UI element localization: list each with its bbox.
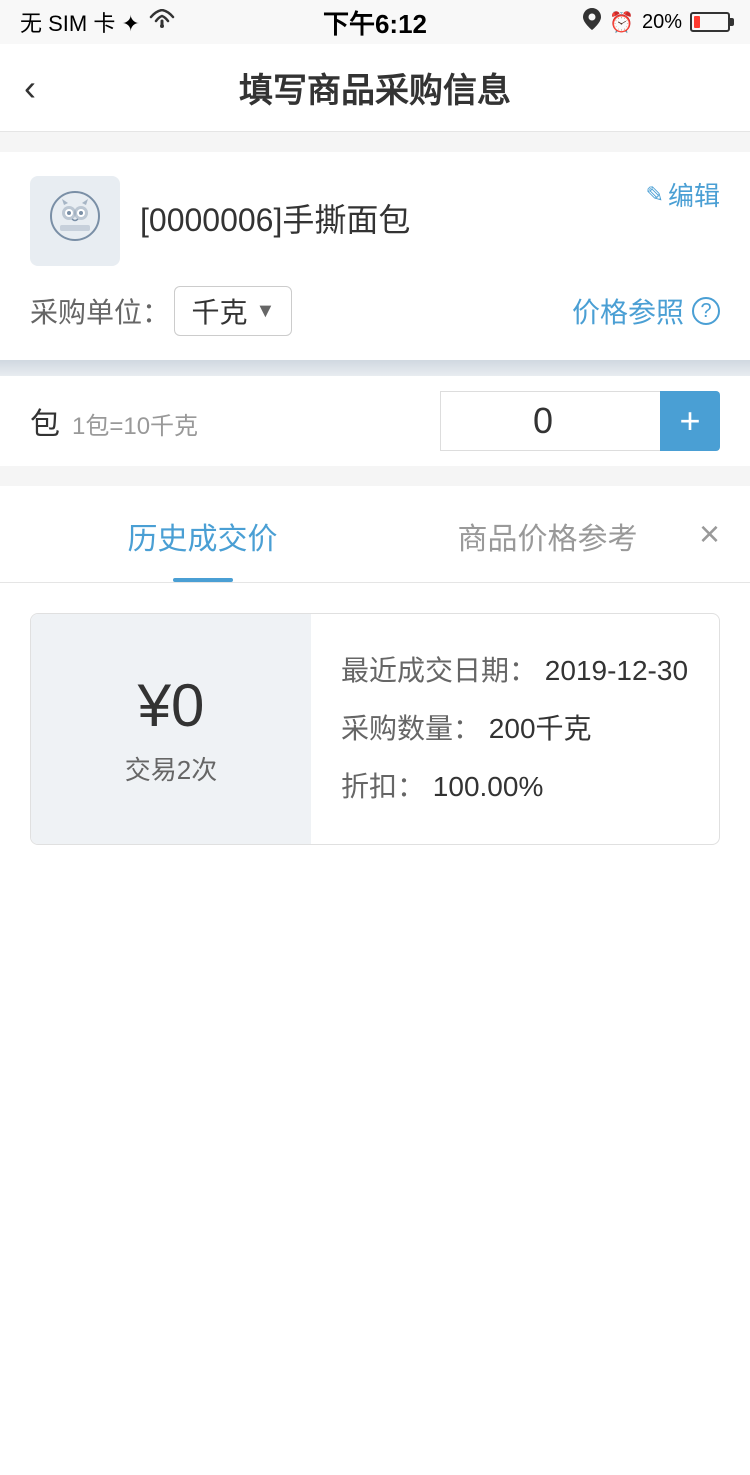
edit-label: 编辑 — [668, 176, 720, 213]
tab-header: 历史成交价 商品价格参考 × — [0, 486, 750, 583]
price-ref-label: 价格参照 — [572, 291, 684, 331]
recent-date-label: 最近成交日期： — [341, 655, 537, 686]
currency-symbol: ¥ — [138, 672, 171, 739]
page-title: 填写商品采购信息 — [239, 63, 511, 112]
recent-date-line: 最近成交日期： 2019-12-30 — [341, 650, 689, 692]
product-section: [0000006]手撕面包 ✎ 编辑 采购单位： 千克 ▼ 价格参照 ? — [0, 152, 750, 360]
purchase-qty-value: 200千克 — [489, 713, 592, 744]
alarm-icon: ⏰ — [609, 10, 634, 35]
tab-history-label: 历史成交价 — [128, 523, 278, 556]
status-right: ⏰ 20% — [583, 8, 730, 36]
tab-price-reference[interactable]: 商品价格参考 — [375, 486, 720, 582]
product-left: [0000006]手撕面包 — [30, 176, 410, 266]
unit-value: 千克 — [191, 291, 247, 331]
purchase-qty-line: 采购数量： 200千克 — [341, 708, 689, 750]
battery-percent: 20% — [642, 11, 682, 34]
unit-label: 采购单位： — [30, 297, 170, 328]
product-header: [0000006]手撕面包 ✎ 编辑 — [30, 176, 720, 266]
product-thumbnail — [30, 176, 120, 266]
section-divider — [0, 360, 750, 376]
price-value: 0 — [171, 672, 204, 739]
status-bar: 无 SIM 卡 ✦ 下午6:12 ⏰ 20% — [0, 0, 750, 44]
purchase-qty-label: 采购数量： — [341, 713, 481, 744]
price-ref-help-icon: ? — [692, 297, 720, 325]
status-time: 下午6:12 — [323, 4, 427, 41]
product-logo-icon — [50, 191, 100, 251]
tab-price-ref-label: 商品价格参考 — [458, 523, 638, 556]
trade-count: 交易2次 — [125, 750, 217, 787]
discount-label: 折扣： — [341, 771, 425, 802]
recent-date-value: 2019-12-30 — [545, 655, 688, 686]
wifi-icon — [148, 9, 176, 35]
product-unit-row: 采购单位： 千克 ▼ 价格参照 ? — [30, 286, 720, 336]
card-price-area: ¥0 交易2次 — [31, 614, 311, 844]
sim-status: 无 SIM 卡 ✦ — [20, 6, 140, 38]
quantity-label-group: 包 1包=10千克 — [30, 399, 198, 443]
edit-button[interactable]: ✎ 编辑 — [646, 176, 720, 213]
discount-line: 折扣： 100.00% — [341, 766, 689, 808]
tab-content: ¥0 交易2次 最近成交日期： 2019-12-30 采购数量： 200千克 折… — [0, 583, 750, 875]
quantity-row: 包 1包=10千克 + — [0, 376, 750, 466]
product-name: [0000006]手撕面包 — [140, 200, 410, 242]
quantity-conversion-text: 1包=10千克 — [72, 406, 198, 441]
history-card: ¥0 交易2次 最近成交日期： 2019-12-30 采购数量： 200千克 折… — [30, 613, 720, 845]
tab-history-price[interactable]: 历史成交价 — [30, 486, 375, 582]
empty-area — [0, 875, 750, 1475]
nav-bar: ‹ 填写商品采购信息 — [0, 44, 750, 132]
back-button[interactable]: ‹ — [24, 67, 36, 109]
price-reference-button[interactable]: 价格参照 ? — [572, 291, 720, 331]
discount-value: 100.00% — [433, 771, 544, 802]
status-left: 无 SIM 卡 ✦ — [20, 6, 176, 38]
unit-dropdown-icon: ▼ — [255, 300, 275, 323]
edit-icon: ✎ — [646, 182, 664, 208]
quantity-input-group: + — [440, 391, 720, 451]
unit-label-group: 采购单位： 千克 ▼ — [30, 286, 292, 336]
quantity-input[interactable] — [440, 391, 660, 451]
card-details-area: 最近成交日期： 2019-12-30 采购数量： 200千克 折扣： 100.0… — [311, 614, 719, 844]
price-display: ¥0 — [138, 671, 205, 740]
unit-select[interactable]: 千克 ▼ — [174, 286, 292, 336]
quantity-unit-label: 包 — [30, 399, 60, 443]
location-icon — [583, 8, 601, 36]
quantity-plus-button[interactable]: + — [660, 391, 720, 451]
battery-icon — [690, 12, 730, 32]
tab-section: 历史成交价 商品价格参考 × ¥0 交易2次 最近成交日期： 2019-12-3… — [0, 486, 750, 875]
tab-close-button[interactable]: × — [699, 516, 720, 552]
